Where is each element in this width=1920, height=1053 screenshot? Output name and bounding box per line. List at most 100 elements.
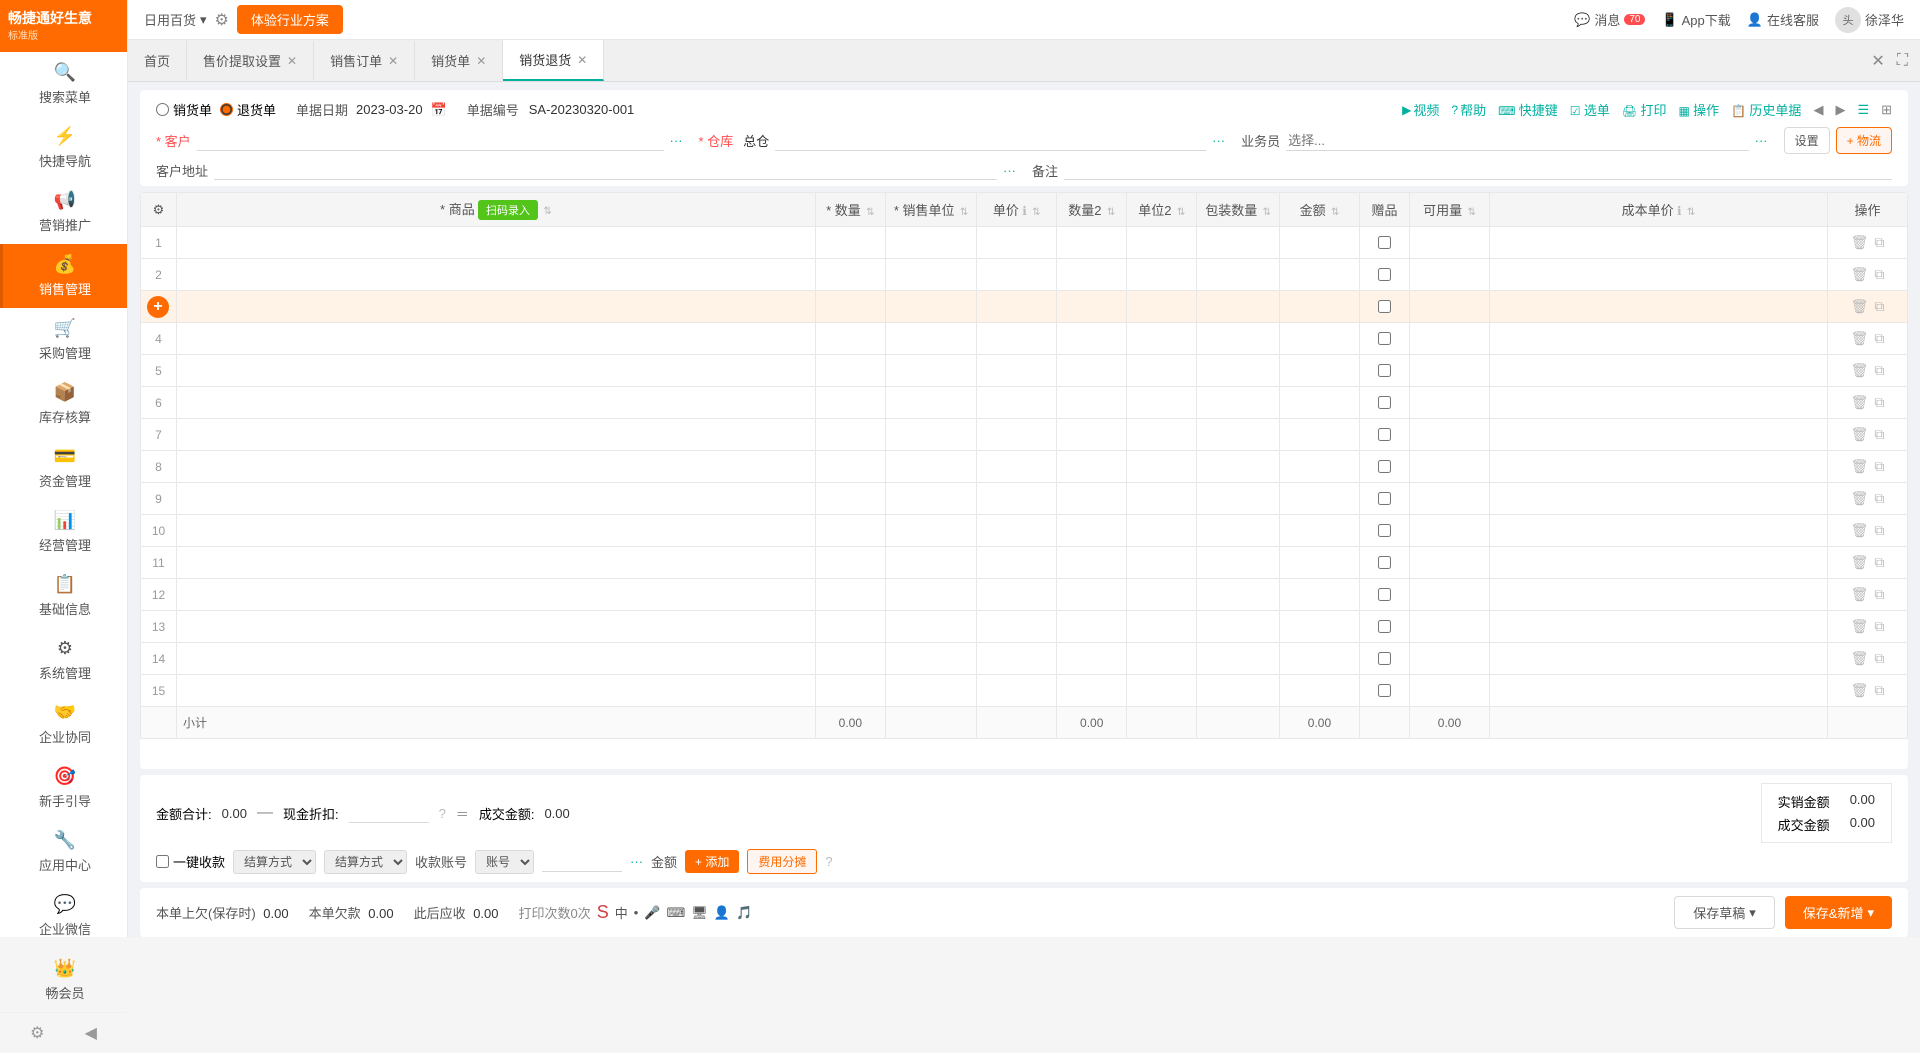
close-tab-icon[interactable]: ✕ <box>1867 49 1888 73</box>
gift-cell-9[interactable] <box>1359 483 1409 515</box>
unit-cell-15[interactable] <box>885 675 976 707</box>
delete-icon-15[interactable]: 🗑 <box>1851 682 1869 699</box>
price-cell-10[interactable] <box>977 515 1057 547</box>
amount-cell-10[interactable] <box>1279 515 1359 547</box>
account-ellipsis[interactable]: ··· <box>630 854 643 869</box>
staff-input[interactable] <box>1286 131 1749 151</box>
pack-qty-cell-7[interactable] <box>1197 419 1280 451</box>
qty2-cell-14[interactable] <box>1057 643 1127 675</box>
gift-checkbox-7[interactable] <box>1378 428 1391 441</box>
price-cell-12[interactable] <box>977 579 1057 611</box>
app-download-btn[interactable]: 📱 App下载 <box>1661 10 1730 29</box>
help-btn[interactable]: ? 帮助 <box>1451 100 1486 119</box>
amount-cell-13[interactable] <box>1279 611 1359 643</box>
save-new-btn[interactable]: 保存&新增 ▾ <box>1785 896 1892 929</box>
product-cell-4[interactable] <box>177 323 816 355</box>
price-cell-6[interactable] <box>977 387 1057 419</box>
sort-unit2-icon[interactable]: ⇅ <box>1177 207 1185 218</box>
qty2-cell-13[interactable] <box>1057 611 1127 643</box>
price-cell-8[interactable] <box>977 451 1057 483</box>
qty2-cell-11[interactable] <box>1057 547 1127 579</box>
qty2-cell-4[interactable] <box>1057 323 1127 355</box>
product-cell-13[interactable] <box>177 611 816 643</box>
cost-price-cell-8[interactable] <box>1489 451 1827 483</box>
tool6-icon[interactable]: 👤 <box>714 905 730 921</box>
product-cell-6[interactable] <box>177 387 816 419</box>
settings-btn[interactable]: 设置 <box>1784 127 1830 154</box>
gift-cell-10[interactable] <box>1359 515 1409 547</box>
qty2-cell-1[interactable] <box>1057 227 1127 259</box>
pack-qty-cell-4[interactable] <box>1197 323 1280 355</box>
delete-icon-14[interactable]: 🗑 <box>1851 650 1869 667</box>
warehouse-ellipsis[interactable]: ··· <box>1212 133 1225 148</box>
gift-checkbox-14[interactable] <box>1378 652 1391 665</box>
qty-cell-14[interactable] <box>815 643 885 675</box>
copy-icon-4[interactable]: ⧉ <box>1874 330 1884 347</box>
sidebar-item-1[interactable]: ⚡快捷导航 <box>0 116 127 180</box>
customer-ellipsis[interactable]: ··· <box>670 133 683 148</box>
product-cell-10[interactable] <box>177 515 816 547</box>
product-cell-14[interactable] <box>177 643 816 675</box>
sidebar-collapse-icon[interactable]: ◀ <box>85 1023 97 1043</box>
gift-checkbox-5[interactable] <box>1378 364 1391 377</box>
available-cell-5[interactable] <box>1409 355 1489 387</box>
amount-cell-11[interactable] <box>1279 547 1359 579</box>
available-cell-9[interactable] <box>1409 483 1489 515</box>
sidebar-item-2[interactable]: 📢营销推广 <box>0 180 127 244</box>
one-key-checkbox[interactable]: 一键收款 <box>156 852 225 871</box>
print-btn[interactable]: 🖨 打印 <box>1622 100 1667 119</box>
delete-icon-5[interactable]: 🗑 <box>1851 362 1869 379</box>
price-cell-15[interactable] <box>977 675 1057 707</box>
available-cell-13[interactable] <box>1409 611 1489 643</box>
qty-cell-7[interactable] <box>815 419 885 451</box>
qty2-cell-10[interactable] <box>1057 515 1127 547</box>
unit2-cell-4[interactable] <box>1127 323 1197 355</box>
calc-method-select[interactable]: 结算方式 <box>324 850 407 874</box>
product-cell-5[interactable] <box>177 355 816 387</box>
prev-doc-icon[interactable]: ◀ <box>1813 102 1823 118</box>
unit-cell-13[interactable] <box>885 611 976 643</box>
pack-qty-cell-10[interactable] <box>1197 515 1280 547</box>
gift-checkbox-9[interactable] <box>1378 492 1391 505</box>
pack-qty-cell-12[interactable] <box>1197 579 1280 611</box>
add-payment-btn[interactable]: + 添加 <box>685 850 739 873</box>
amount-cell-7[interactable] <box>1279 419 1359 451</box>
qty-cell-5[interactable] <box>815 355 885 387</box>
qty-cell-8[interactable] <box>815 451 885 483</box>
unit2-cell-12[interactable] <box>1127 579 1197 611</box>
price-cell-14[interactable] <box>977 643 1057 675</box>
unit2-cell-7[interactable] <box>1127 419 1197 451</box>
qty-cell-11[interactable] <box>815 547 885 579</box>
fee-help-icon[interactable]: ? <box>825 854 832 869</box>
cost-price-cell-2[interactable] <box>1489 259 1827 291</box>
logistics-btn[interactable]: + 物流 <box>1836 127 1892 154</box>
unit-cell-4[interactable] <box>885 323 976 355</box>
unit-cell-9[interactable] <box>885 483 976 515</box>
pack-qty-cell-9[interactable] <box>1197 483 1280 515</box>
pack-qty-cell-2[interactable] <box>1197 259 1280 291</box>
cost-price-cell-12[interactable] <box>1489 579 1827 611</box>
available-cell-1[interactable] <box>1409 227 1489 259</box>
product-cell-11[interactable] <box>177 547 816 579</box>
copy-icon-9[interactable]: ⧉ <box>1874 490 1884 507</box>
product-cell-2[interactable] <box>177 259 816 291</box>
amount-cell-12[interactable] <box>1279 579 1359 611</box>
gift-cell-7[interactable] <box>1359 419 1409 451</box>
cost-price-cell-1[interactable] <box>1489 227 1827 259</box>
available-cell-15[interactable] <box>1409 675 1489 707</box>
tab-close-1[interactable]: ✕ <box>287 54 297 68</box>
tab-close-3[interactable]: ✕ <box>476 54 486 68</box>
delete-icon-12[interactable]: 🗑 <box>1851 586 1869 603</box>
select-btn[interactable]: ☑ 选单 <box>1570 100 1610 119</box>
copy-icon-5[interactable]: ⧉ <box>1874 362 1884 379</box>
delete-icon-2[interactable]: 🗑 <box>1851 266 1869 283</box>
save-new-dropdown-icon[interactable]: ▾ <box>1867 905 1874 921</box>
gift-checkbox-8[interactable] <box>1378 460 1391 473</box>
delete-icon-1[interactable]: 🗑 <box>1851 234 1869 251</box>
gift-checkbox-11[interactable] <box>1378 556 1391 569</box>
unit-cell-3[interactable] <box>885 291 976 323</box>
available-cell-14[interactable] <box>1409 643 1489 675</box>
qty2-cell-9[interactable] <box>1057 483 1127 515</box>
gift-checkbox-6[interactable] <box>1378 396 1391 409</box>
gift-cell-3[interactable] <box>1359 291 1409 323</box>
